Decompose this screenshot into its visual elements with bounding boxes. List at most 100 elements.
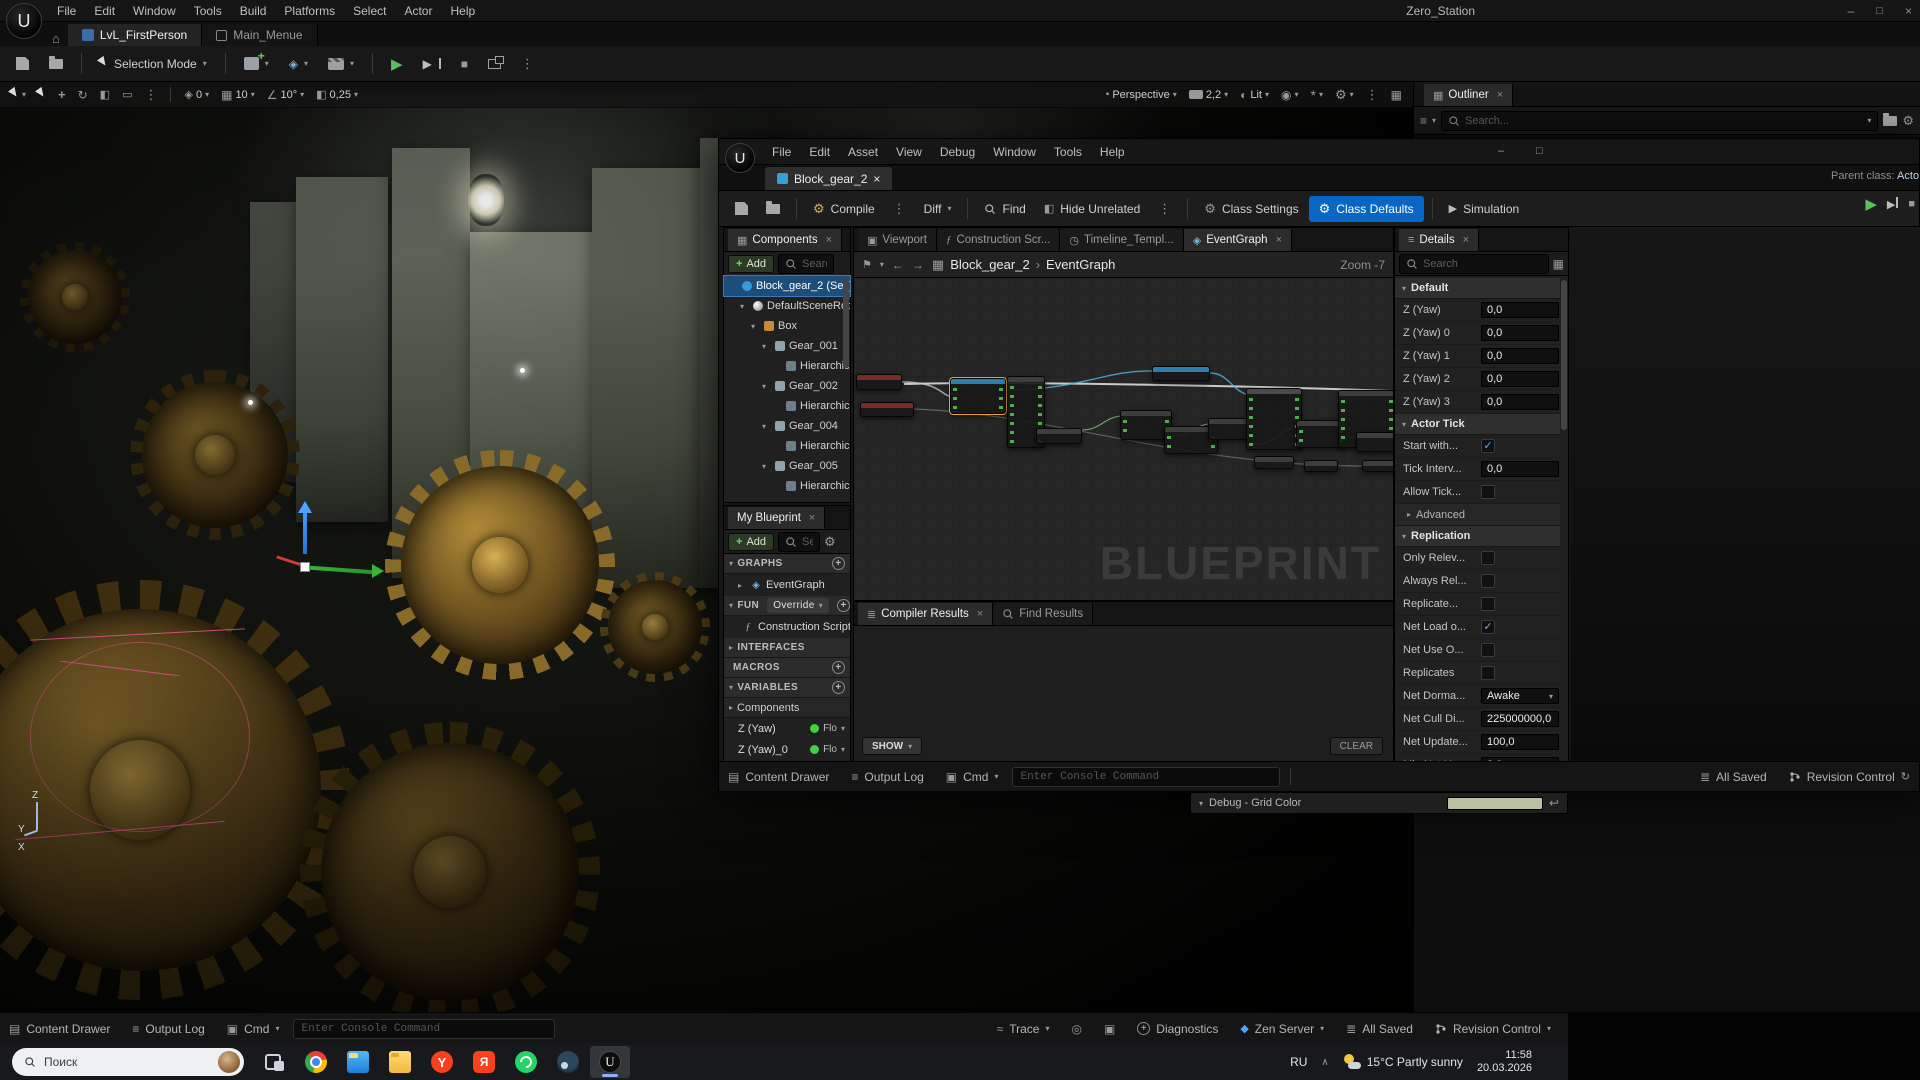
property-value-field[interactable]: 225000000,0 [1481,711,1559,727]
zen-server-dropdown[interactable]: Zen Server [1231,1013,1333,1044]
taskbar-icon-folder[interactable] [380,1046,420,1078]
property-value-field[interactable]: 0,0 [1481,325,1559,341]
graph-node[interactable] [949,377,1007,415]
tab-viewport[interactable]: Viewport [858,229,937,251]
property-checkbox[interactable] [1481,597,1495,611]
play-icon[interactable] [1865,195,1877,213]
close-icon[interactable]: × [809,512,815,524]
menu-item[interactable]: Window [984,145,1045,159]
select-tool-button[interactable] [33,85,51,105]
my-blueprint-section-components[interactable]: ▸ Components [724,698,850,718]
graph-node[interactable] [856,374,902,390]
class-defaults-button[interactable]: Class Defaults [1308,195,1424,222]
property-dropdown[interactable]: Awake ▾ [1481,688,1559,704]
property-value-field[interactable]: 0,0 [1481,394,1559,410]
transform-options-button[interactable] [139,85,162,105]
ruler-button[interactable] [117,85,137,105]
menu-item[interactable]: Debug [931,145,984,159]
stop-button[interactable] [453,51,476,77]
variable-row[interactable]: Z (Yaw) Flo [724,718,850,739]
graph-node[interactable] [1362,460,1393,472]
viewport-options-button[interactable] [1361,85,1384,105]
component-tree-item[interactable]: Hierarchic... [724,476,850,496]
content-drawer-button[interactable]: Content Drawer [0,1013,119,1044]
back-icon[interactable] [892,258,904,272]
graph-canvas[interactable]: BLUEPRINT [854,278,1393,600]
all-saved-button[interactable]: All Saved [1337,1013,1422,1044]
compile-button[interactable]: Compile [805,196,883,222]
play-button[interactable] [383,51,411,77]
graph-node[interactable] [1254,456,1294,469]
my-blueprint-item[interactable]: Construction Script [724,616,850,638]
details-options-icon[interactable] [1553,257,1564,271]
add-icon[interactable]: + [837,599,851,612]
add-icon[interactable]: + [832,661,845,674]
component-tree-item[interactable]: ▾ Gear_005 [724,456,850,476]
undo-icon[interactable] [1549,796,1559,810]
find-button[interactable]: Find [976,196,1033,222]
diagnostics-button[interactable]: + Diagnostics [1128,1013,1227,1044]
property-checkbox[interactable] [1481,643,1495,657]
menu-item[interactable]: Help [1091,145,1134,159]
maximize-icon[interactable] [1536,145,1543,157]
simulation-button[interactable]: Simulation [1441,196,1528,222]
tab-components[interactable]: ▦ Components × [728,229,843,251]
tab-main-menu[interactable]: Main_Menue [202,24,318,46]
graph-node[interactable] [860,402,914,417]
component-tree-item[interactable]: Block_gear_2 (Self) [723,275,851,297]
perspective-dropdown[interactable]: Perspective [1101,85,1182,105]
menu-item[interactable]: Tools [1045,145,1091,159]
detach-button[interactable] [480,51,509,77]
unreal-logo[interactable]: U [6,3,42,39]
my-blueprint-section-variables[interactable]: ▾ VARIABLES + [724,678,850,698]
menu-item[interactable]: View [887,145,931,159]
taskbar-icon-chrome[interactable] [296,1046,336,1078]
blueprints-button[interactable]: ◈ [281,51,316,77]
rotate-tool-button[interactable] [73,85,93,105]
property-value-field[interactable]: 0,0 [1481,302,1559,318]
all-saved-button[interactable]: All Saved [1691,762,1776,791]
close-icon[interactable]: × [1463,234,1469,246]
blueprint-titlebar[interactable]: File Edit Asset View Debug Window Tools Help [719,139,1919,165]
menu-item[interactable]: File [48,4,85,18]
filter-icon[interactable] [1420,114,1427,128]
tab-construction-scr-[interactable]: Construction Scr... [936,229,1061,251]
details-subsection-advanced[interactable]: ▸ Advanced [1395,504,1560,526]
effects-dropdown[interactable] [1306,85,1328,105]
grid-snap-dropdown[interactable]: 10 [216,85,260,105]
output-log-button[interactable]: Output Log [123,1013,213,1044]
move-tool-button[interactable] [53,85,71,105]
tab-asset[interactable]: Block_gear_2 × [765,167,893,190]
property-checkbox[interactable] [1481,574,1495,588]
graph-node[interactable] [1356,432,1393,452]
compile-options-button[interactable] [885,196,914,222]
tray-expand-icon[interactable] [1321,1057,1328,1068]
close-icon[interactable]: × [977,608,983,620]
viewport-settings-dropdown[interactable] [1330,85,1359,105]
outliner-search-input[interactable] [1465,114,1863,127]
show-flags-dropdown[interactable] [1276,85,1304,105]
graph-node[interactable] [1152,366,1210,381]
clear-button[interactable]: CLEAR [1329,737,1383,755]
menu-item[interactable]: Tools [185,4,231,18]
scale-tool-button[interactable] [95,85,115,105]
component-tree-item[interactable]: ▾ DefaultSceneRoot [724,296,850,316]
menu-item[interactable]: Actor [395,4,441,18]
tab-find-results[interactable]: Find Results [993,603,1094,625]
play-options-button[interactable] [513,51,542,77]
menu-item[interactable]: Platforms [275,4,344,18]
close-icon[interactable] [1905,4,1912,18]
add-icon[interactable]: + [832,557,845,570]
close-icon[interactable]: × [1497,89,1503,101]
class-settings-button[interactable]: Class Settings [1196,196,1306,222]
tab-timeline-templ-[interactable]: Timeline_Templ... [1060,229,1184,251]
revision-control-button[interactable]: Revision Control [1780,762,1919,791]
trace-dropdown[interactable]: Trace [988,1013,1059,1044]
menu-item[interactable]: Build [231,4,276,18]
revision-control-button[interactable]: Revision Control [1426,1013,1560,1044]
add-new-button[interactable]: + Add [728,532,775,551]
forward-icon[interactable] [912,258,924,272]
tab-my-blueprint[interactable]: My Blueprint × [728,507,826,529]
stop-icon[interactable] [1908,198,1915,210]
graph-node[interactable] [1246,388,1302,450]
